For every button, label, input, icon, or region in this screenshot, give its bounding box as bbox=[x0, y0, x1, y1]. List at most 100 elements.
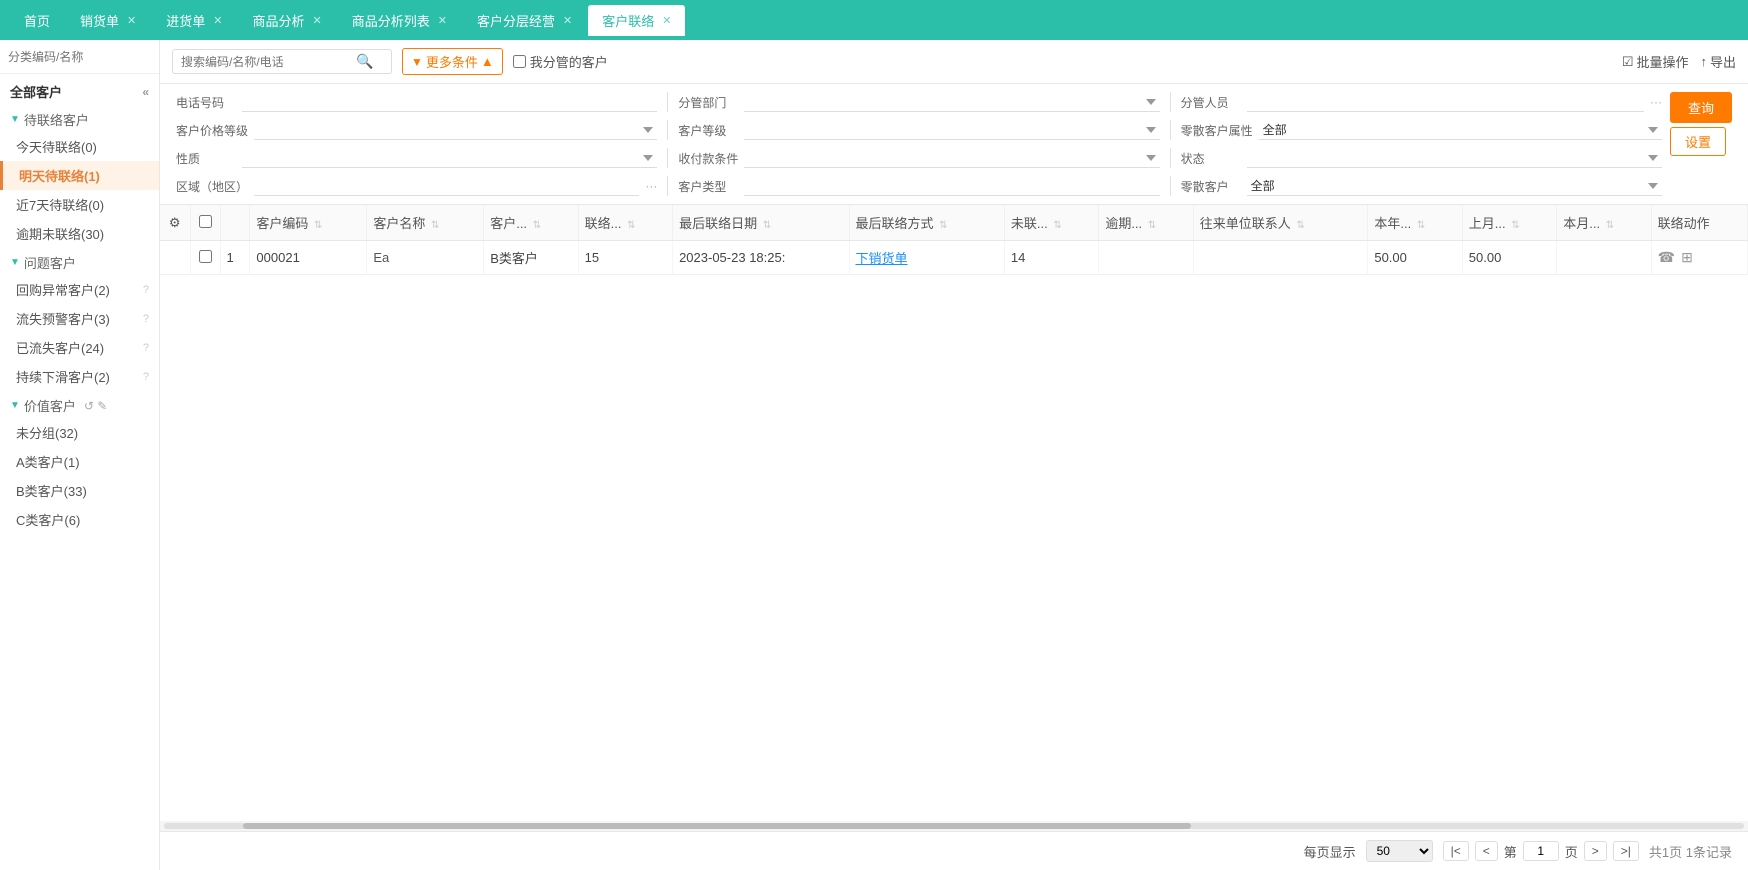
my-customers-checkbox-wrap[interactable]: 我分管的客户 bbox=[513, 52, 608, 71]
filter-customer-grade-select[interactable] bbox=[744, 121, 1159, 140]
main-search-icon[interactable]: 🔍 bbox=[356, 53, 373, 70]
col-not-contacted[interactable]: 未联... ⇅ bbox=[1004, 205, 1098, 241]
page-unit: 页 bbox=[1565, 842, 1578, 861]
nav-sales-order[interactable]: 销货单 ✕ bbox=[66, 5, 150, 36]
sidebar-item-ungrouped[interactable]: 未分组(32) bbox=[0, 418, 159, 447]
filter-phone-input[interactable] bbox=[242, 93, 657, 112]
sidebar-search-input[interactable] bbox=[8, 50, 160, 64]
region-more-icon[interactable]: ··· bbox=[645, 179, 657, 193]
sidebar-item-churned[interactable]: 已流失客户(24) ? bbox=[0, 333, 159, 362]
filter-price-grade-select[interactable] bbox=[254, 121, 657, 140]
sidebar-item-7days[interactable]: 近7天待联络(0) bbox=[0, 190, 159, 219]
col-last-month[interactable]: 上月... ⇅ bbox=[1462, 205, 1556, 241]
my-customers-checkbox[interactable] bbox=[513, 55, 526, 68]
row-contact: 15 bbox=[578, 241, 672, 275]
filter-nature-select[interactable] bbox=[242, 149, 657, 168]
col-settings[interactable]: ⚙ bbox=[160, 205, 190, 241]
col-code[interactable]: 客户编码 ⇅ bbox=[250, 205, 367, 241]
col-contact[interactable]: 联络... ⇅ bbox=[578, 205, 672, 241]
query-btn[interactable]: 查询 bbox=[1670, 92, 1732, 123]
scroll-bar-container bbox=[160, 821, 1748, 831]
nav-customer-contact[interactable]: 客户联络 ✕ bbox=[588, 5, 685, 36]
select-all-checkbox[interactable] bbox=[199, 215, 212, 228]
nav-close-purchase[interactable]: ✕ bbox=[213, 14, 222, 27]
nav-purchase-order[interactable]: 进货单 ✕ bbox=[152, 5, 236, 36]
group-pending-contact[interactable]: 待联络客户 bbox=[0, 105, 159, 132]
help-icon-4[interactable]: ? bbox=[143, 371, 149, 383]
set-btn[interactable]: 设置 bbox=[1670, 127, 1726, 156]
table-row: 1 000021 Ea B类客户 15 2023-05-23 18:25: 下销… bbox=[160, 241, 1748, 275]
filter-retail-customer-select[interactable]: 全部 bbox=[1247, 177, 1662, 196]
filter-customer-type-input[interactable] bbox=[744, 177, 1159, 196]
scroll-bar-thumb[interactable] bbox=[243, 823, 1191, 829]
group-value-customers[interactable]: 价值客户 ↺ ✎ bbox=[0, 391, 159, 418]
row-checkbox[interactable] bbox=[199, 250, 212, 263]
filter-customer-type: 客户类型 bbox=[678, 177, 1159, 196]
filter-payment-select[interactable] bbox=[744, 149, 1159, 168]
help-icon-1[interactable]: ? bbox=[143, 284, 149, 296]
sidebar-item-a-class[interactable]: A类客户(1) bbox=[0, 447, 159, 476]
prev-page-btn[interactable]: < bbox=[1475, 841, 1498, 861]
col-type[interactable]: 客户... ⇅ bbox=[484, 205, 578, 241]
next-page-btn[interactable]: > bbox=[1584, 841, 1607, 861]
filter-dept: 分管部门 bbox=[678, 93, 1159, 112]
col-unit-contact[interactable]: 往来单位联系人 ⇅ bbox=[1193, 205, 1368, 241]
value-group-icons[interactable]: ↺ ✎ bbox=[84, 399, 107, 413]
sidebar-item-c-class[interactable]: C类客户(6) bbox=[0, 505, 159, 534]
col-last-contact-method[interactable]: 最后联络方式 ⇅ bbox=[849, 205, 1004, 241]
main-search-input[interactable] bbox=[181, 55, 351, 69]
checkbox-icon: ☑ bbox=[1622, 54, 1634, 70]
filter-region: 区域（地区） ··· bbox=[176, 177, 657, 196]
more-conditions-btn[interactable]: ▼ 更多条件 ▲ bbox=[402, 48, 503, 75]
nav-close-customer-strat[interactable]: ✕ bbox=[563, 14, 572, 27]
nav-close-product-analysis-list[interactable]: ✕ bbox=[438, 14, 447, 27]
help-icon-3[interactable]: ? bbox=[143, 342, 149, 354]
batch-op-btn[interactable]: ☑ 批量操作 bbox=[1622, 52, 1689, 71]
col-last-contact-date[interactable]: 最后联络日期 ⇅ bbox=[673, 205, 849, 241]
row-settings bbox=[160, 241, 190, 275]
group-problem-customers[interactable]: 问题客户 bbox=[0, 248, 159, 275]
main-layout: 🔍 全部客户 « 待联络客户 今天待联络(0) 明天待联络(1) 近7天待联络(… bbox=[0, 40, 1748, 870]
nav-product-analysis[interactable]: 商品分析 ✕ bbox=[238, 5, 335, 36]
nav-customer-stratification[interactable]: 客户分层经营 ✕ bbox=[463, 5, 586, 36]
first-page-btn[interactable]: |< bbox=[1443, 841, 1469, 861]
chevron-up-icon: ▲ bbox=[481, 54, 494, 69]
sidebar-item-churn-warning[interactable]: 流失预警客户(3) ? bbox=[0, 304, 159, 333]
nav-home[interactable]: 首页 bbox=[10, 5, 64, 36]
last-page-btn[interactable]: >| bbox=[1613, 841, 1639, 861]
filter-phone: 电话号码 bbox=[176, 93, 657, 112]
col-this-month[interactable]: 本月... ⇅ bbox=[1557, 205, 1651, 241]
col-overdue[interactable]: 逾期... ⇅ bbox=[1099, 205, 1193, 241]
nav-close-product-analysis[interactable]: ✕ bbox=[313, 14, 322, 27]
nav-product-analysis-list[interactable]: 商品分析列表 ✕ bbox=[338, 5, 461, 36]
collapse-icon[interactable]: « bbox=[142, 85, 149, 99]
page-label: 第 bbox=[1504, 842, 1517, 861]
sidebar-item-overdue[interactable]: 逾期未联络(30) bbox=[0, 219, 159, 248]
sidebar-item-tomorrow[interactable]: 明天待联络(1) bbox=[0, 161, 159, 190]
sidebar-item-b-class[interactable]: B类客户(33) bbox=[0, 476, 159, 505]
page-size-select[interactable]: 50 100 200 bbox=[1366, 840, 1433, 862]
col-this-year[interactable]: 本年... ⇅ bbox=[1368, 205, 1462, 241]
person-more-icon[interactable]: ··· bbox=[1650, 95, 1662, 109]
sidebar-item-today[interactable]: 今天待联络(0) bbox=[0, 132, 159, 161]
filter-region-input[interactable] bbox=[254, 177, 639, 196]
export-btn[interactable]: ↑ 导出 bbox=[1700, 52, 1736, 71]
action-phone-icon[interactable]: ☎ bbox=[1658, 249, 1675, 266]
nav-close-sales[interactable]: ✕ bbox=[127, 14, 136, 27]
nav-close-customer-contact[interactable]: ✕ bbox=[662, 14, 671, 27]
filter-dept-select[interactable] bbox=[744, 93, 1159, 112]
sidebar: 🔍 全部客户 « 待联络客户 今天待联络(0) 明天待联络(1) 近7天待联络(… bbox=[0, 40, 160, 870]
filter-retail-attr-select[interactable]: 全部 bbox=[1259, 121, 1662, 140]
top-nav: 首页 销货单 ✕ 进货单 ✕ 商品分析 ✕ 商品分析列表 ✕ 客户分层经营 ✕ … bbox=[0, 0, 1748, 40]
filter-status-select[interactable] bbox=[1247, 149, 1662, 168]
sidebar-item-declining[interactable]: 持续下滑客户(2) ? bbox=[0, 362, 159, 391]
page-input[interactable] bbox=[1523, 841, 1559, 861]
right-actions: ☑ 批量操作 ↑ 导出 bbox=[1622, 52, 1736, 71]
col-name[interactable]: 客户名称 ⇅ bbox=[367, 205, 484, 241]
action-grid-icon[interactable]: ⊞ bbox=[1681, 249, 1693, 266]
filter-person-input[interactable] bbox=[1247, 93, 1644, 112]
sidebar-item-repurchase-abnormal[interactable]: 回购异常客户(2) ? bbox=[0, 275, 159, 304]
help-icon-2[interactable]: ? bbox=[143, 313, 149, 325]
last-contact-method-link[interactable]: 下销货单 bbox=[856, 251, 908, 266]
row-checkbox-cell bbox=[190, 241, 220, 275]
